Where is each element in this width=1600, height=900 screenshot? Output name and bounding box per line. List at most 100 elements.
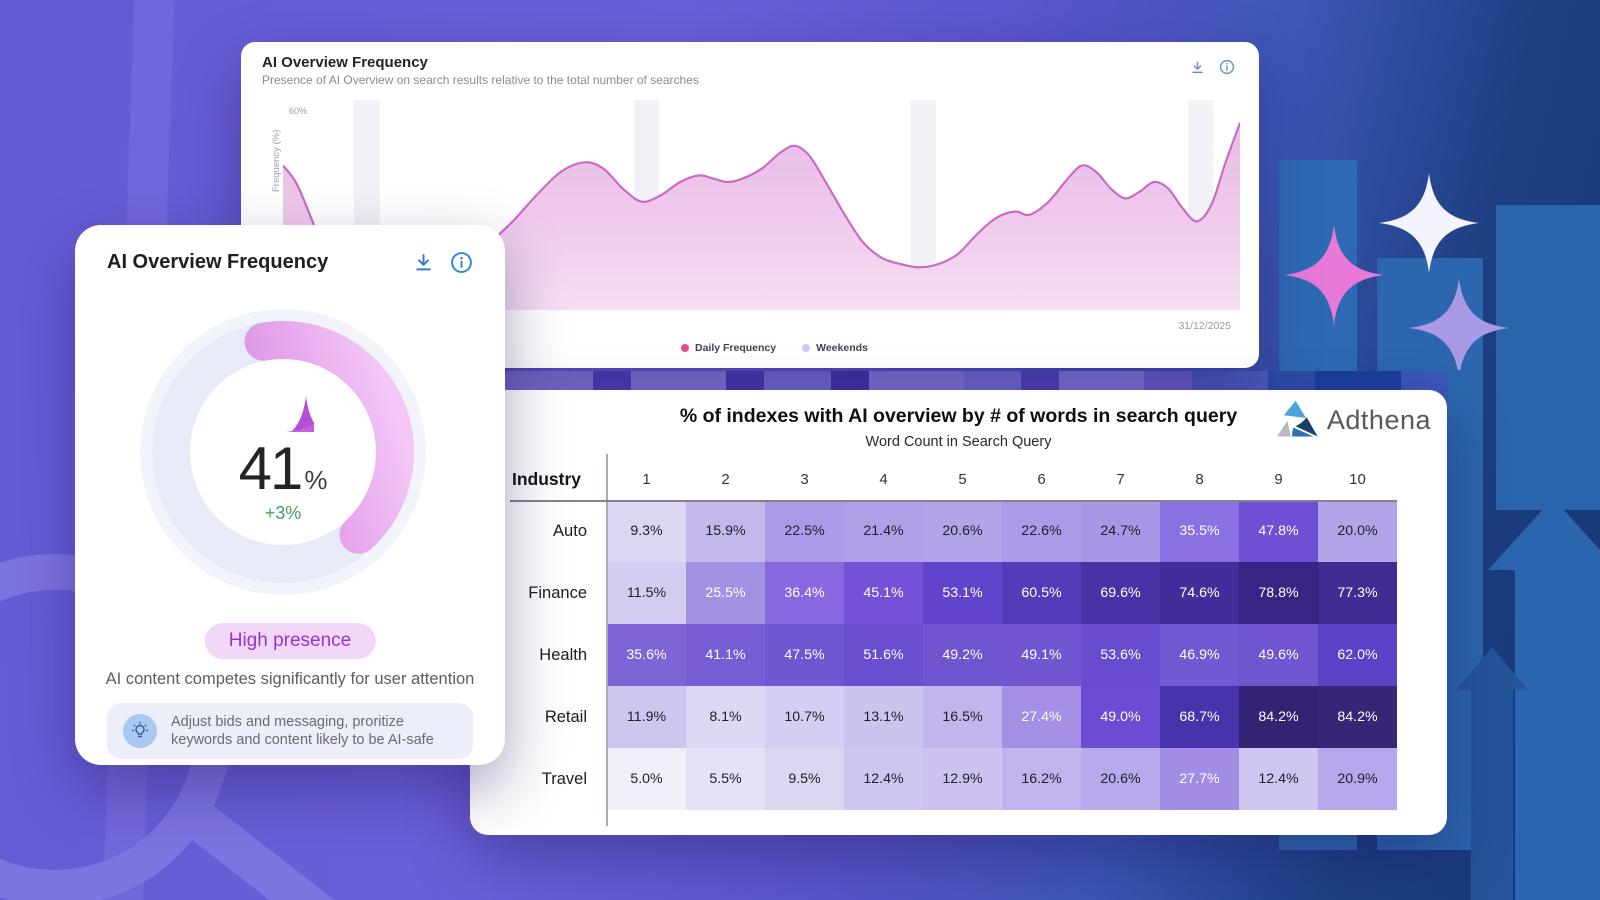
gauge-unit: % [304, 465, 327, 496]
heatmap-cell[interactable]: 11.5% [607, 562, 686, 624]
heatmap-cell[interactable]: 53.1% [923, 562, 1002, 624]
download-icon[interactable] [413, 252, 434, 273]
heatmap-cell[interactable]: 69.6% [1081, 562, 1160, 624]
heatmap-cell[interactable]: 47.8% [1239, 500, 1318, 562]
heatmap-cell[interactable]: 12.4% [844, 748, 923, 810]
heatmap-cell[interactable]: 5.5% [686, 748, 765, 810]
heatmap-table-card: % of indexes with AI overview by # of wo… [470, 390, 1447, 835]
gauge-card-title: AI Overview Frequency [107, 251, 328, 274]
heatmap-cell[interactable]: 49.6% [1239, 624, 1318, 686]
heatmap-cell[interactable]: 51.6% [844, 624, 923, 686]
heatmap-cell[interactable]: 35.5% [1160, 500, 1239, 562]
table-header-divider [510, 500, 1397, 502]
heatmap-cell[interactable]: 62.0% [1318, 624, 1397, 686]
heatmap-cell[interactable]: 35.6% [607, 624, 686, 686]
heatmap-cell[interactable]: 46.9% [1160, 624, 1239, 686]
heatmap-cell[interactable]: 9.3% [607, 500, 686, 562]
info-icon[interactable] [1219, 59, 1235, 75]
heatmap-cell[interactable]: 24.7% [1081, 500, 1160, 562]
purple-sparkle-icon [1409, 278, 1509, 370]
heatmap-cell[interactable]: 15.9% [686, 500, 765, 562]
heatmap-cell[interactable]: 74.6% [1160, 562, 1239, 624]
gauge-value: 41 [239, 434, 302, 503]
sparkles-decor [1270, 160, 1560, 370]
lightbulb-icon [123, 714, 157, 748]
adthena-logo-icon [1275, 400, 1319, 440]
magnifier-handle-decor [171, 792, 377, 900]
heatmap-cell[interactable]: 68.7% [1160, 686, 1239, 748]
heatmap-cell[interactable]: 9.5% [765, 748, 844, 810]
heatmap-cell[interactable]: 22.6% [1002, 500, 1081, 562]
legend-item[interactable]: Daily Frequency [681, 342, 776, 354]
heatmap-cell[interactable]: 78.8% [1239, 562, 1318, 624]
industry-column-header: Industry [510, 458, 607, 500]
legend-label: Weekends [816, 342, 868, 354]
heatmap-cell[interactable]: 21.4% [844, 500, 923, 562]
download-icon[interactable] [1190, 60, 1205, 75]
heatmap-cell[interactable]: 22.5% [765, 500, 844, 562]
industry-row-label: Finance [510, 562, 607, 624]
heatmap-cell[interactable]: 41.1% [686, 624, 765, 686]
industry-row-label: Auto [510, 500, 607, 562]
heatmap-cell[interactable]: 11.9% [607, 686, 686, 748]
heatmap-cell[interactable]: 27.7% [1160, 748, 1239, 810]
heatmap-cell[interactable]: 16.5% [923, 686, 1002, 748]
y-axis-label: Frequency (%) [271, 130, 282, 192]
heatmap-cell[interactable]: 12.4% [1239, 748, 1318, 810]
info-icon[interactable] [450, 251, 473, 274]
heatmap-cell[interactable]: 49.0% [1081, 686, 1160, 748]
brand-name: Adthena [1327, 405, 1431, 436]
heatmap-cell[interactable]: 5.0% [607, 748, 686, 810]
legend-dot-icon [681, 344, 689, 352]
word-count-column-header: 7 [1081, 458, 1160, 500]
heatmap-cell[interactable]: 20.6% [1081, 748, 1160, 810]
heatmap-cell[interactable]: 77.3% [1318, 562, 1397, 624]
x-axis-end-date: 31/12/2025 [1178, 320, 1231, 332]
heatmap-cell[interactable]: 8.1% [686, 686, 765, 748]
ai-sparkle-icon [252, 380, 314, 432]
heatmap-cell[interactable]: 27.4% [1002, 686, 1081, 748]
heatmap-cell[interactable]: 20.0% [1318, 500, 1397, 562]
word-count-column-header: 9 [1239, 458, 1318, 500]
growth-arrows-decor [1440, 420, 1600, 900]
legend-item[interactable]: Weekends [802, 342, 868, 354]
heatmap-cell[interactable]: 60.5% [1002, 562, 1081, 624]
legend-dot-icon [802, 344, 810, 352]
word-count-column-header: 6 [1002, 458, 1081, 500]
tip-text: Adjust bids and messaging, proritize key… [171, 713, 457, 749]
word-count-column-header: 4 [844, 458, 923, 500]
heatmap-cell[interactable]: 84.2% [1318, 686, 1397, 748]
heatmap-cell[interactable]: 49.2% [923, 624, 1002, 686]
page-canvas: AI Overview Frequency Presence of AI Ove… [0, 0, 1600, 900]
heatmap-cell[interactable]: 13.1% [844, 686, 923, 748]
heatmap-cell[interactable]: 20.9% [1318, 748, 1397, 810]
industry-row-label: Travel [510, 748, 607, 810]
word-count-column-header: 1 [607, 458, 686, 500]
heatmap-cell[interactable]: 20.6% [923, 500, 1002, 562]
heatmap-table: Industry12345678910 Auto9.3%15.9%22.5%21.… [510, 458, 1397, 810]
word-count-column-header: 3 [765, 458, 844, 500]
chart-legend: Daily Frequency Weekends [681, 342, 868, 354]
heatmap-cell[interactable]: 49.1% [1002, 624, 1081, 686]
chart-card-title: AI Overview Frequency [262, 54, 428, 71]
word-count-column-header: 10 [1318, 458, 1397, 500]
table-vertical-divider [606, 454, 608, 826]
brand-logo: Adthena [1275, 400, 1431, 440]
ai-overview-frequency-gauge-card: AI Overview Frequency [75, 225, 505, 765]
heatmap-cell[interactable]: 47.5% [765, 624, 844, 686]
heatmap-cell[interactable]: 53.6% [1081, 624, 1160, 686]
word-count-column-header: 2 [686, 458, 765, 500]
word-count-column-header: 5 [923, 458, 1002, 500]
heatmap-cell[interactable]: 10.7% [765, 686, 844, 748]
heatmap-cell[interactable]: 84.2% [1239, 686, 1318, 748]
chart-card-subtitle: Presence of AI Overview on search result… [262, 73, 699, 87]
gauge-delta: +3% [265, 503, 302, 524]
heatmap-cell[interactable]: 45.1% [844, 562, 923, 624]
heatmap-cell[interactable]: 16.2% [1002, 748, 1081, 810]
heatmap-cell[interactable]: 25.5% [686, 562, 765, 624]
word-count-column-header: 8 [1160, 458, 1239, 500]
presence-gauge: 41 % +3% [133, 302, 433, 602]
white-sparkle-icon [1379, 173, 1479, 273]
heatmap-cell[interactable]: 12.9% [923, 748, 1002, 810]
heatmap-cell[interactable]: 36.4% [765, 562, 844, 624]
